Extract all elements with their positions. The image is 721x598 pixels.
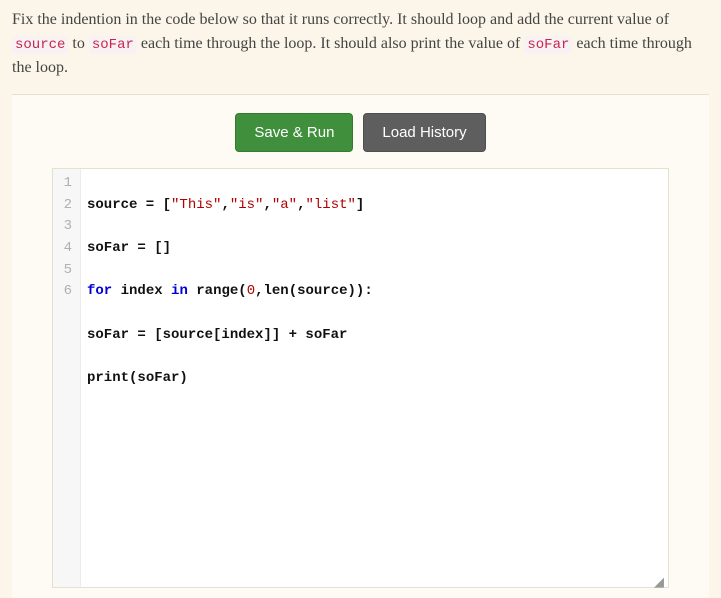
- code-line-4[interactable]: soFar = [source[index]] + soFar: [87, 325, 662, 347]
- exercise-instructions: Fix the indention in the code below so t…: [12, 8, 709, 80]
- resize-handle-icon[interactable]: ◢: [654, 573, 666, 585]
- tok-str: "list": [305, 197, 355, 213]
- tok: ,: [221, 197, 229, 213]
- tok-kw: in: [171, 283, 188, 299]
- tok: (: [238, 283, 246, 299]
- line-number: 3: [53, 216, 74, 238]
- tok: ,: [255, 283, 263, 299]
- line-number: 5: [53, 260, 74, 282]
- tok: ]: [356, 197, 364, 213]
- line-number: 1: [53, 173, 74, 195]
- tok-str: "a": [272, 197, 297, 213]
- tok-fn: range: [196, 283, 238, 299]
- inline-code-source: source: [12, 36, 68, 54]
- code-line-2[interactable]: soFar = []: [87, 238, 662, 260]
- tok: [112, 283, 120, 299]
- inline-code-sofar2: soFar: [524, 36, 572, 54]
- exercise-panel: Save & Run Load History 1 2 3 4 5 6 sour…: [12, 94, 709, 598]
- tok: source = [: [87, 197, 171, 213]
- tok-str: "is": [230, 197, 264, 213]
- load-history-button[interactable]: Load History: [363, 113, 485, 152]
- code-line-1[interactable]: source = ["This","is","a","list"]: [87, 195, 662, 217]
- tok: (source)):: [289, 283, 373, 299]
- instructions-text: Fix the indention in the code below so t…: [12, 11, 669, 28]
- code-line-6[interactable]: [87, 412, 662, 434]
- line-number: 6: [53, 281, 74, 303]
- instructions-text: to: [68, 35, 88, 52]
- code-editor[interactable]: 1 2 3 4 5 6 source = ["This","is","a","l…: [52, 168, 669, 588]
- line-number: 4: [53, 238, 74, 260]
- code-line-3[interactable]: for index in range(0,len(source)):: [87, 281, 662, 303]
- inline-code-sofar: soFar: [89, 36, 137, 54]
- save-run-button[interactable]: Save & Run: [235, 113, 353, 152]
- tok-str: "This": [171, 197, 221, 213]
- tok: [188, 283, 196, 299]
- button-row: Save & Run Load History: [52, 113, 669, 152]
- tok: soFar = [source[index]] + soFar: [87, 327, 347, 343]
- tok-fn: print: [87, 370, 129, 386]
- instructions-text: each time through the loop. It should al…: [137, 35, 524, 52]
- tok: [163, 283, 171, 299]
- tok-num: 0: [247, 283, 255, 299]
- tok-fn: len: [264, 283, 289, 299]
- tok-kw: for: [87, 283, 112, 299]
- tok: index: [121, 283, 163, 299]
- tok: ,: [263, 197, 271, 213]
- code-line-5[interactable]: print(soFar): [87, 368, 662, 390]
- tok: soFar = []: [87, 240, 171, 256]
- tok: (soFar): [129, 370, 188, 386]
- code-area[interactable]: source = ["This","is","a","list"] soFar …: [81, 169, 668, 587]
- line-number: 2: [53, 195, 74, 217]
- line-number-gutter: 1 2 3 4 5 6: [53, 169, 81, 587]
